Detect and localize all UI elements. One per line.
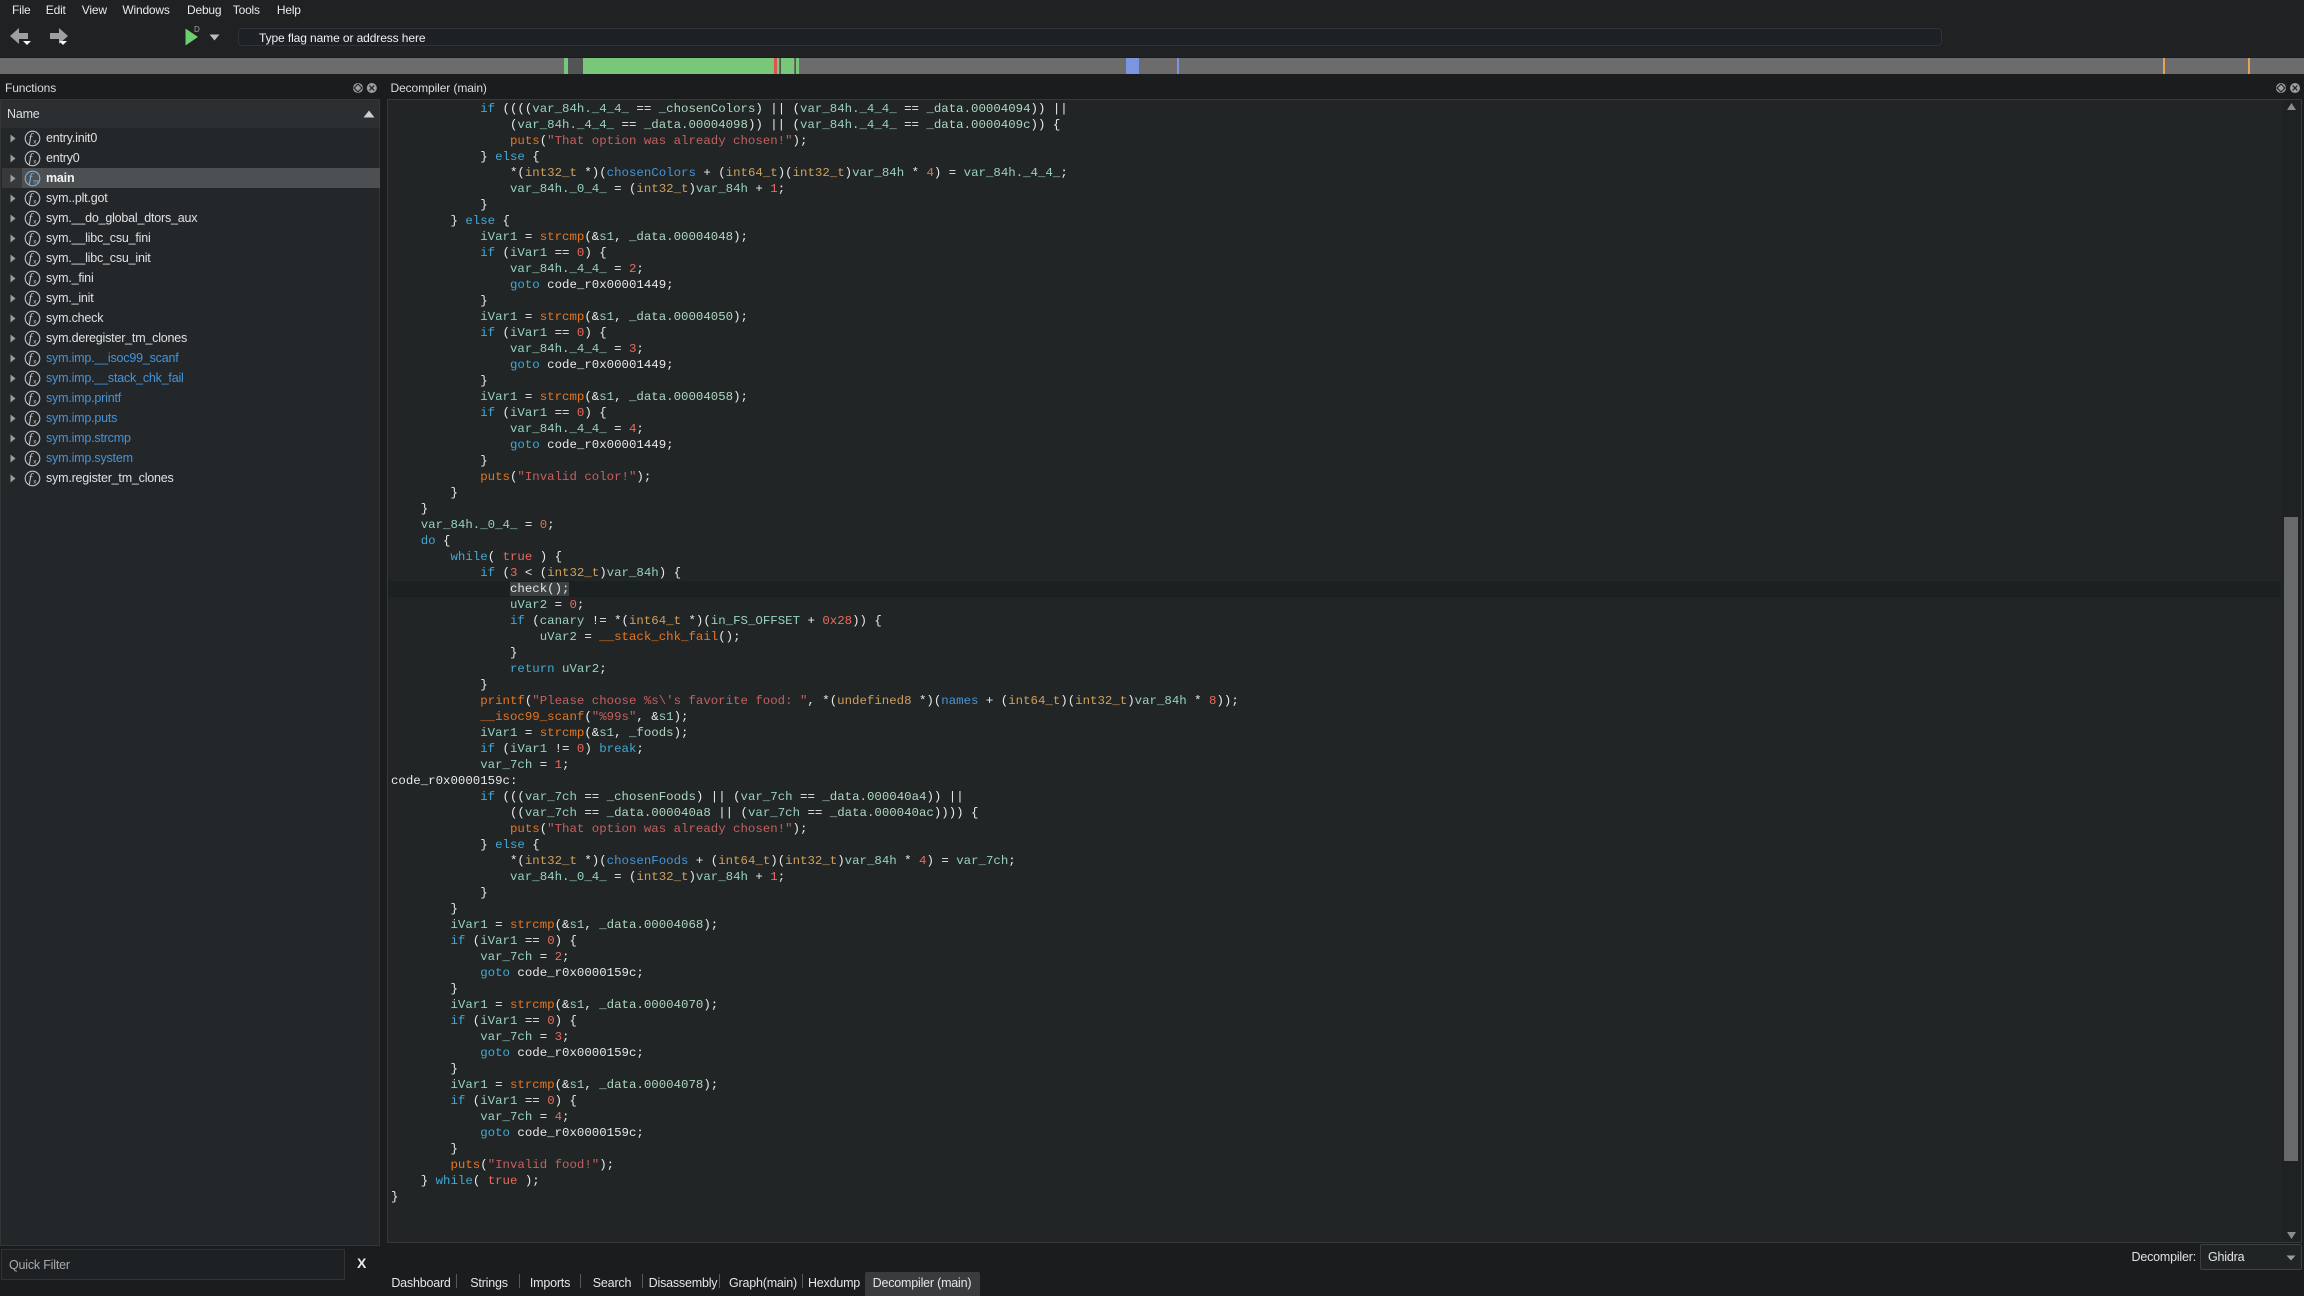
svg-text:m: m [33, 178, 38, 185]
